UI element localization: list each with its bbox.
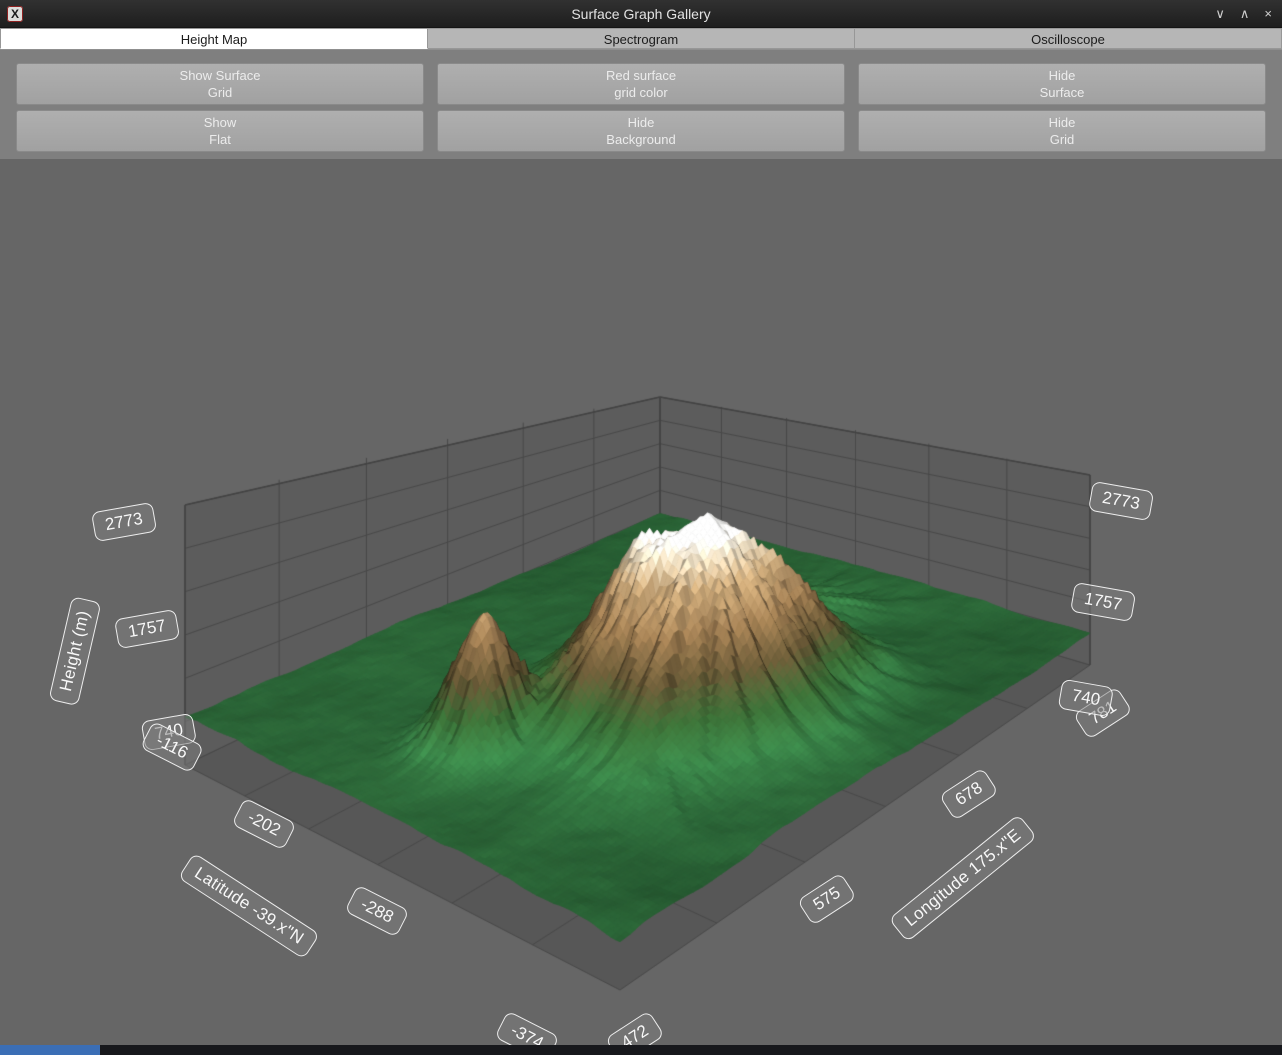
hide-grid-button[interactable]: Hide Grid	[858, 110, 1266, 152]
tab-bar: Height Map Spectrogram Oscilloscope	[0, 28, 1282, 50]
unshade-window-icon[interactable]: ∧	[1240, 0, 1250, 28]
shade-window-icon[interactable]: ∨	[1215, 0, 1225, 28]
hide-surface-button[interactable]: Hide Surface	[858, 63, 1266, 105]
app-window: X Surface Graph Gallery ∨ ∧ × Height Map…	[0, 0, 1282, 1055]
show-surface-grid-button[interactable]: Show Surface Grid	[16, 63, 424, 105]
red-surface-grid-color-button[interactable]: Red surface grid color	[437, 63, 845, 105]
window-controls: ∨ ∧ ×	[1215, 0, 1272, 28]
taskbar-active-app-segment[interactable]	[0, 1045, 100, 1055]
toolbar: Show Surface Grid Red surface grid color…	[0, 50, 1282, 159]
show-flat-button[interactable]: Show Flat	[16, 110, 424, 152]
tab-oscilloscope[interactable]: Oscilloscope	[855, 28, 1282, 49]
app-icon: X	[7, 6, 23, 22]
taskbar[interactable]	[0, 1045, 1282, 1055]
tab-spectrogram[interactable]: Spectrogram	[428, 28, 855, 49]
hide-background-button[interactable]: Hide Background	[437, 110, 845, 152]
tab-height-map[interactable]: Height Map	[0, 28, 428, 49]
window-title: Surface Graph Gallery	[0, 6, 1282, 22]
close-window-icon[interactable]: ×	[1264, 0, 1272, 28]
surface-plot-area: 2773 1757 740 Height (m) 781 678 575 472…	[0, 159, 1282, 1045]
titlebar[interactable]: X Surface Graph Gallery ∨ ∧ ×	[0, 0, 1282, 28]
